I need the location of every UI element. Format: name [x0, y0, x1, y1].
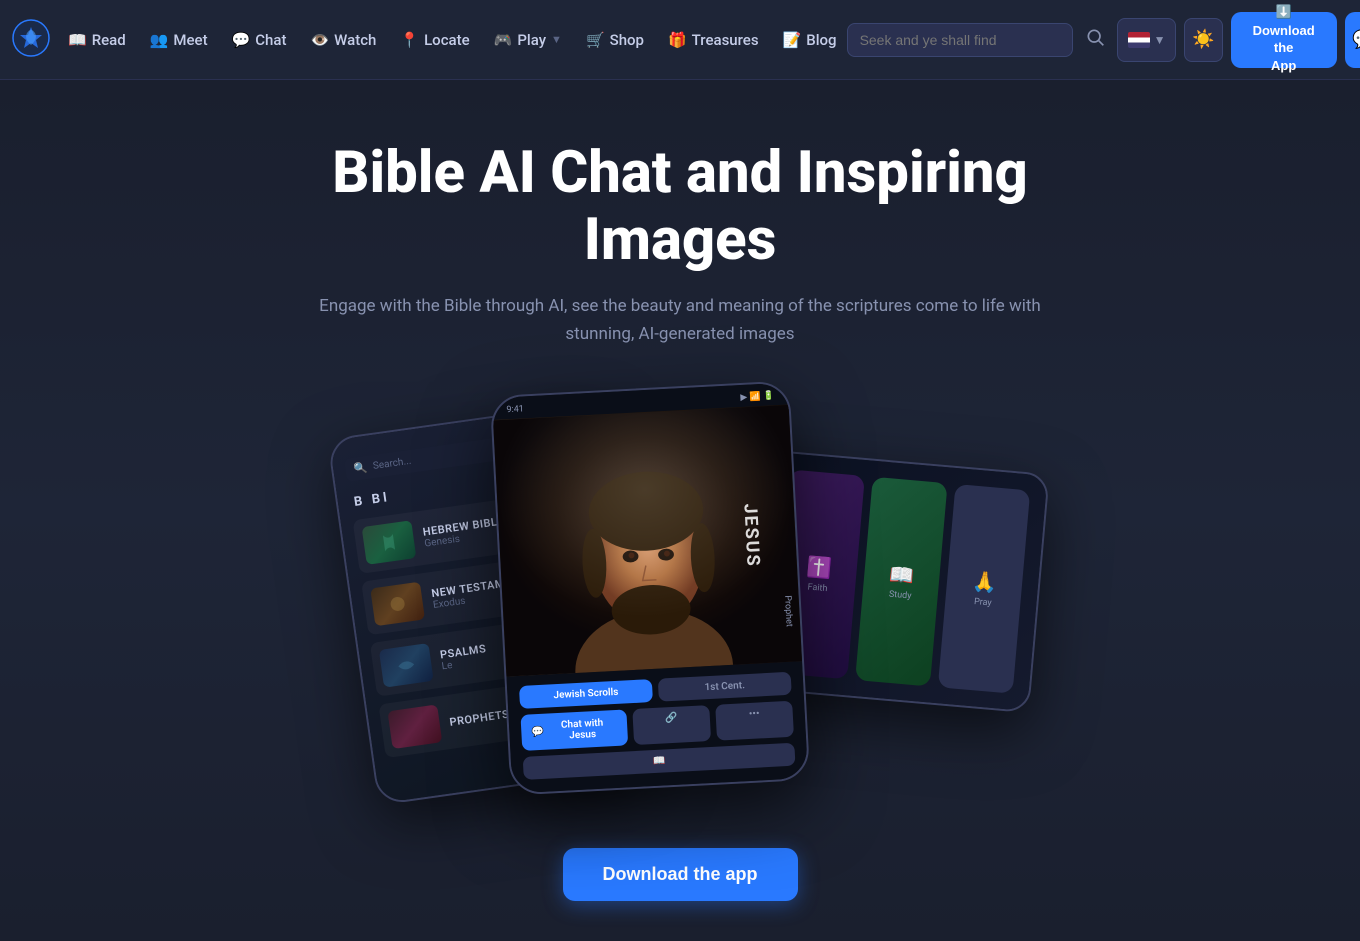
treasures-icon: 🎁 — [668, 31, 687, 49]
phone-mockup-container: 🔍 Search... B B l HEBREW BIBLE Genesis — [320, 378, 1040, 798]
read-icon: 📖 — [68, 31, 87, 49]
hero-download-button[interactable]: Download the app — [563, 848, 798, 901]
play-icon: 🎮 — [494, 31, 513, 49]
nav-play[interactable]: 🎮 Play ▼ — [484, 23, 572, 57]
hero-title: Bible AI Chat and Inspiring Images — [230, 140, 1130, 273]
nav-locate[interactable]: 📍 Locate — [390, 23, 479, 57]
navbar: 📖 Read 👥 Meet 💬 Chat 👁️ Watch 📍 Locate 🎮… — [0, 0, 1360, 80]
language-selector[interactable]: ▼ — [1117, 18, 1177, 62]
nav-read[interactable]: 📖 Read — [58, 23, 136, 57]
nav-chat[interactable]: 💬 Chat — [222, 23, 297, 57]
share-btn: 🔗 — [632, 705, 711, 745]
jesus-name-label: Jesus — [739, 502, 763, 567]
bible-thumb-2 — [370, 581, 425, 626]
search-box — [847, 23, 1073, 57]
chat-with-jesus-btn: Chat with Jesus — [547, 717, 617, 743]
flag-icon — [1128, 32, 1150, 48]
nav-shop[interactable]: 🛒 Shop — [576, 23, 654, 57]
watch-icon: 👁️ — [310, 31, 329, 49]
phone-main-mockup: 9:41 ▶ 📶 🔋 — [490, 380, 811, 795]
download-app-button[interactable]: ⬇️ Download the App — [1231, 12, 1337, 68]
more-btn: ••• — [715, 701, 794, 741]
shop-icon: 🛒 — [586, 31, 605, 49]
nav-watch[interactable]: 👁️ Watch — [300, 23, 386, 57]
jewish-scrolls-btn: Jewish Scrolls — [519, 679, 653, 709]
sun-icon: ☀️ — [1192, 29, 1214, 50]
theme-toggle-button[interactable]: ☀️ — [1184, 18, 1222, 62]
chat-bubble-icon: 💬 — [1352, 29, 1360, 50]
jesus-portrait: Jesus Prophet — [493, 404, 802, 677]
search-area: ▼ ☀️ ⬇️ Download the App 💬 — [847, 12, 1360, 68]
search-button[interactable] — [1081, 23, 1109, 56]
phone-card-3: 📖 Study — [855, 476, 947, 686]
nav-meet[interactable]: 👥 Meet — [140, 23, 218, 57]
bible-thumb-4 — [387, 704, 442, 749]
logo[interactable] — [12, 19, 50, 61]
meet-icon: 👥 — [150, 31, 169, 49]
nav-blog[interactable]: 📝 Blog — [773, 23, 847, 57]
bible-thumb-3 — [379, 643, 434, 688]
hero-section: Bible AI Chat and Inspiring Images Engag… — [0, 80, 1360, 941]
bible-thumb-1 — [362, 520, 417, 565]
chat-icon: 💬 — [232, 31, 251, 49]
phone-card-4: 🙏 Pray — [938, 484, 1030, 694]
chevron-down-icon: ▼ — [1154, 33, 1166, 47]
bible-row-label-4: PROPHETS — [449, 707, 510, 728]
nav-links: 📖 Read 👥 Meet 💬 Chat 👁️ Watch 📍 Locate 🎮… — [58, 23, 847, 57]
extra-nav-button[interactable]: 💬 — [1345, 12, 1360, 68]
nav-treasures[interactable]: 🎁 Treasures — [658, 23, 769, 57]
download-icon: ⬇️ — [1276, 4, 1292, 21]
hero-subtitle: Engage with the Bible through AI, see th… — [300, 293, 1060, 347]
phone-controls: Jewish Scrolls 1st Cent. 💬Chat with Jesu… — [506, 661, 808, 790]
1st-cent-btn: 1st Cent. — [658, 672, 792, 702]
locate-icon: 📍 — [400, 31, 419, 49]
blog-icon: 📝 — [783, 31, 802, 49]
search-input[interactable] — [860, 32, 1060, 48]
